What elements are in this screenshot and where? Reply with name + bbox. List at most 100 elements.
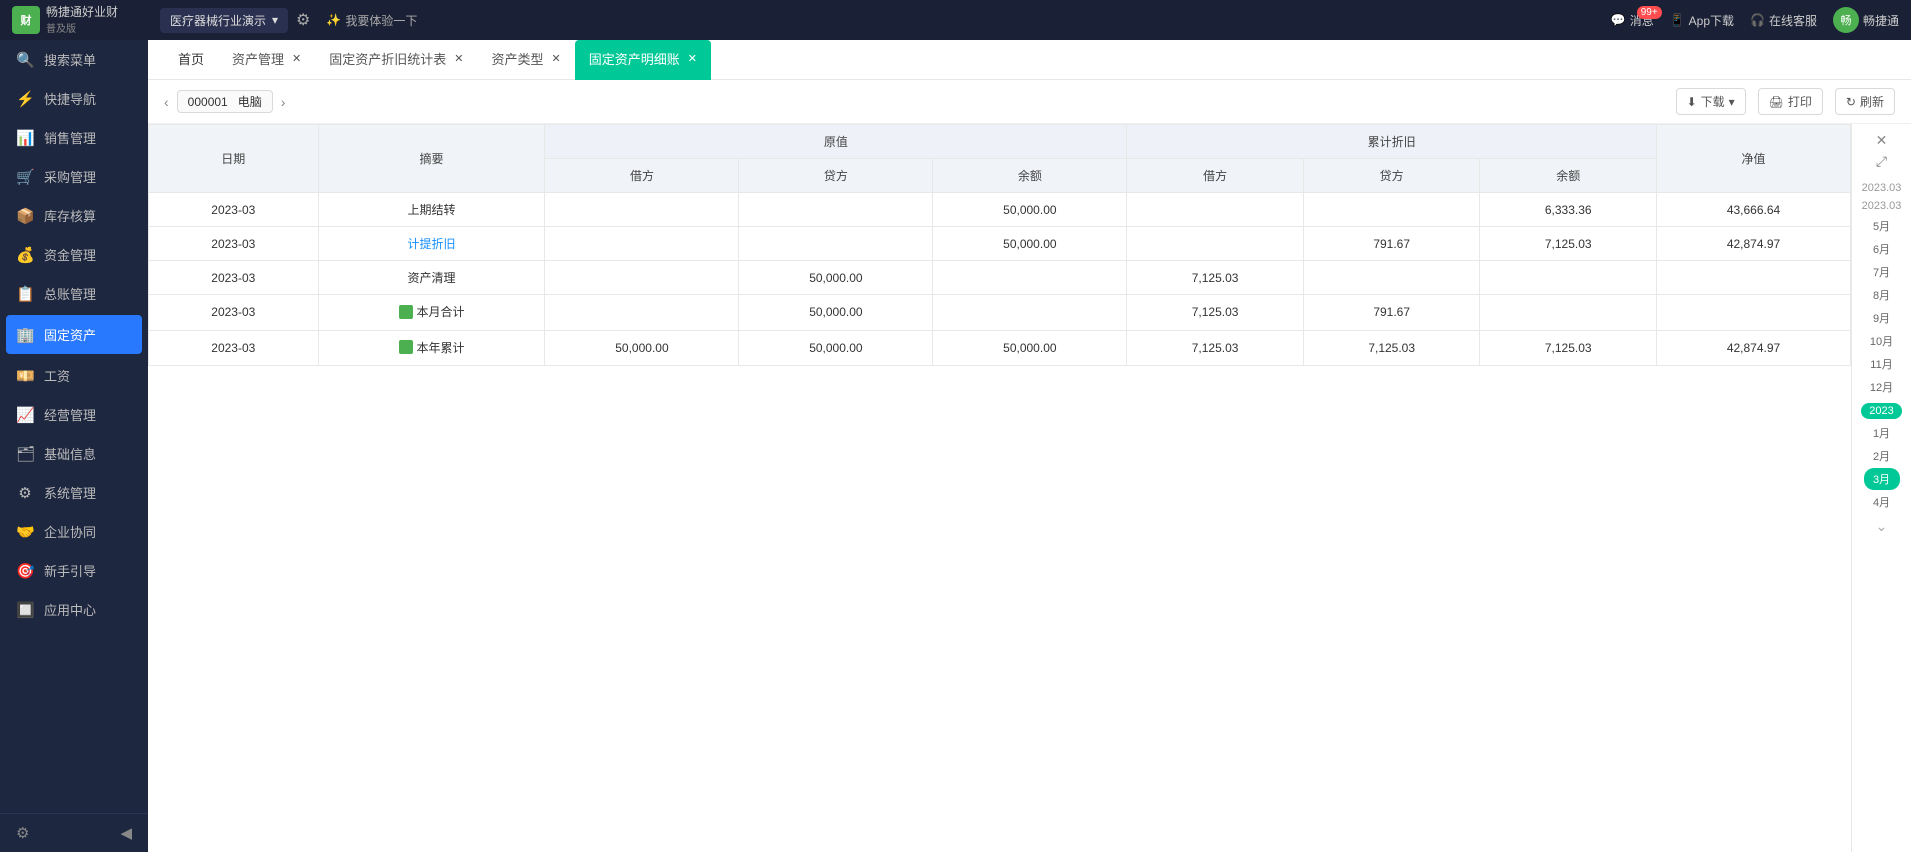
funds-icon: 💰 [16,246,34,264]
service-icon: 🎧 [1750,13,1765,27]
download-icon: 📱 [1670,13,1685,27]
timeline-month[interactable]: 10月 [1864,330,1900,352]
timeline-expand-icon[interactable]: ⤢ [1876,153,1887,170]
sidebar-item-label: 搜索菜单 [44,50,96,69]
ledger-icon: 📋 [16,285,34,303]
tab-home-label: 首页 [178,49,204,68]
tab-asset-type[interactable]: 资产类型 ✕ [477,40,574,80]
timeline-month[interactable]: 12月 [1864,376,1900,398]
logo-icon: 财 [12,6,40,34]
app-name: 畅捷通好业财 [46,5,118,19]
toolbar-right: ⬇ 下载 ▾ 🖨 打印 ↻ 刷新 [1676,88,1895,115]
enterprise-icon: 🤝 [16,523,34,541]
th-date: 日期 [149,125,319,193]
th-ov-credit: 贷方 [739,159,933,193]
sidebar-item-label: 固定资产 [44,325,96,344]
tab-close-icon[interactable]: ✕ [292,52,301,65]
tab-home[interactable]: 首页 [164,40,218,80]
timeline-current-year: 2023 [1861,403,1901,419]
detail-table: 日期 摘要 原值 累计折旧 净值 借方 贷方 余额 借方 贷方 余额 [148,124,1851,366]
search-icon: 🔍 [16,51,34,69]
table-row: 2023-03本月合计50,000.007,125.03791.67 [149,295,1851,331]
user-profile[interactable]: 畅 畅捷通 [1833,7,1899,33]
guide-icon: 🎯 [16,562,34,580]
sidebar-item-sales[interactable]: 📊 销售管理 [0,118,148,157]
download-button[interactable]: ⬇ 下载 ▾ [1676,88,1746,115]
timeline-top-year: 2023.03 [1862,182,1902,194]
timeline-month[interactable]: 2月 [1864,445,1900,467]
tab-asset-detail[interactable]: 固定资产明细账 ✕ [575,40,711,80]
asset-tag: 000001 电脑 [177,90,273,113]
timeline-month[interactable]: 4月 [1864,491,1900,513]
app-download-button[interactable]: 📱 App下载 [1670,12,1734,29]
print-icon: 🖨 [1769,95,1784,109]
avatar: 畅 [1833,7,1859,33]
chevron-down-icon: ▾ [1729,95,1735,109]
sidebar-item-label: 库存核算 [44,206,96,225]
header-actions: 💬 消息 99+ 📱 App下载 🎧 在线客服 畅 畅捷通 [1611,7,1899,33]
sparkle-icon: ✨ [326,13,341,27]
download-icon: ⬇ [1687,95,1697,109]
fixed-assets-icon: 🏢 [16,326,34,344]
sidebar-item-operations[interactable]: 📈 经营管理 [0,395,148,434]
tabs-bar: 首页 资产管理 ✕ 固定资产折旧统计表 ✕ 资产类型 ✕ 固定资产明细账 ✕ [148,40,1911,80]
tab-depreciation-stats-label: 固定资产折旧统计表 [329,49,446,68]
sidebar-item-fixed-assets[interactable]: 🏢 固定资产 [6,315,142,354]
table-row: 2023-03上期结转50,000.006,333.3643,666.64 [149,193,1851,227]
tab-close-icon[interactable]: ✕ [552,52,561,65]
timeline-month[interactable]: 3月 [1864,468,1900,490]
inventory-icon: 📦 [16,207,34,225]
settings-icon[interactable]: ⚙ [296,10,310,30]
tab-close-icon[interactable]: ✕ [454,52,463,65]
experience-button[interactable]: ✨ 我要体验一下 [326,12,417,29]
timeline-month[interactable]: 6月 [1864,238,1900,260]
sidebar-scroll: 🔍 搜索菜单 ⚡ 快捷导航 📊 销售管理 🛒 采购管理 📦 库存核算 💰 [0,40,148,813]
th-ad-debit: 借方 [1127,159,1304,193]
purchase-icon: 🛒 [16,168,34,186]
sidebar-item-label: 新手引导 [44,561,96,580]
timeline-month[interactable]: 8月 [1864,284,1900,306]
sidebar-item-system[interactable]: ⚙ 系统管理 [0,473,148,512]
tab-asset-management[interactable]: 资产管理 ✕ [218,40,315,80]
refresh-button[interactable]: ↻ 刷新 [1835,88,1895,115]
sidebar-item-funds[interactable]: 💰 资金管理 [0,235,148,274]
refresh-label: 刷新 [1860,93,1884,110]
timeline-month[interactable]: 9月 [1864,307,1900,329]
sidebar-item-quicknav[interactable]: ⚡ 快捷导航 [0,79,148,118]
footer-settings-icon[interactable]: ⚙ [16,824,29,842]
customer-service-button[interactable]: 🎧 在线客服 [1750,12,1817,29]
message-button[interactable]: 💬 消息 99+ [1611,12,1654,29]
sidebar-item-basic-info[interactable]: 🗂 基础信息 [0,434,148,473]
sidebar-item-guide[interactable]: 🎯 新手引导 [0,551,148,590]
sidebar-item-ledger[interactable]: 📋 总账管理 [0,274,148,313]
sidebar-item-purchase[interactable]: 🛒 采购管理 [0,157,148,196]
timeline-close-icon[interactable]: ✕ [1876,132,1888,149]
timeline-month[interactable]: 1月 [1864,422,1900,444]
tab-asset-management-label: 资产管理 [232,49,284,68]
sidebar-collapse-icon[interactable]: ◀ [120,824,132,842]
asset-code: 000001 [188,95,228,109]
timeline-month[interactable]: 5月 [1864,215,1900,237]
th-original-value: 原值 [545,125,1127,159]
th-ov-debit: 借方 [545,159,739,193]
sidebar-item-apps[interactable]: 🔲 应用中心 [0,590,148,629]
timeline-month[interactable]: 7月 [1864,261,1900,283]
th-net-value: 净值 [1657,125,1851,193]
sidebar: 🔍 搜索菜单 ⚡ 快捷导航 📊 销售管理 🛒 采购管理 📦 库存核算 💰 [0,40,148,852]
sidebar-item-enterprise[interactable]: 🤝 企业协同 [0,512,148,551]
sidebar-item-payroll[interactable]: 💴 工资 [0,356,148,395]
tab-depreciation-stats[interactable]: 固定资产折旧统计表 ✕ [315,40,477,80]
timeline-month[interactable]: 11月 [1864,353,1900,375]
sidebar-item-label: 资金管理 [44,245,96,264]
sidebar-item-label: 基础信息 [44,444,96,463]
prev-asset-button[interactable]: ‹ [164,94,169,110]
company-selector[interactable]: 医疗器械行业演示 ▾ [160,8,288,33]
print-button[interactable]: 🖨 打印 [1758,88,1823,115]
sidebar-item-label: 工资 [44,366,70,385]
sidebar-item-inventory[interactable]: 📦 库存核算 [0,196,148,235]
apps-icon: 🔲 [16,601,34,619]
sidebar-item-search[interactable]: 🔍 搜索菜单 [0,40,148,79]
timeline-down-arrow[interactable]: ⌄ [1876,518,1888,535]
next-asset-button[interactable]: › [281,94,286,110]
tab-close-icon[interactable]: ✕ [688,52,697,65]
